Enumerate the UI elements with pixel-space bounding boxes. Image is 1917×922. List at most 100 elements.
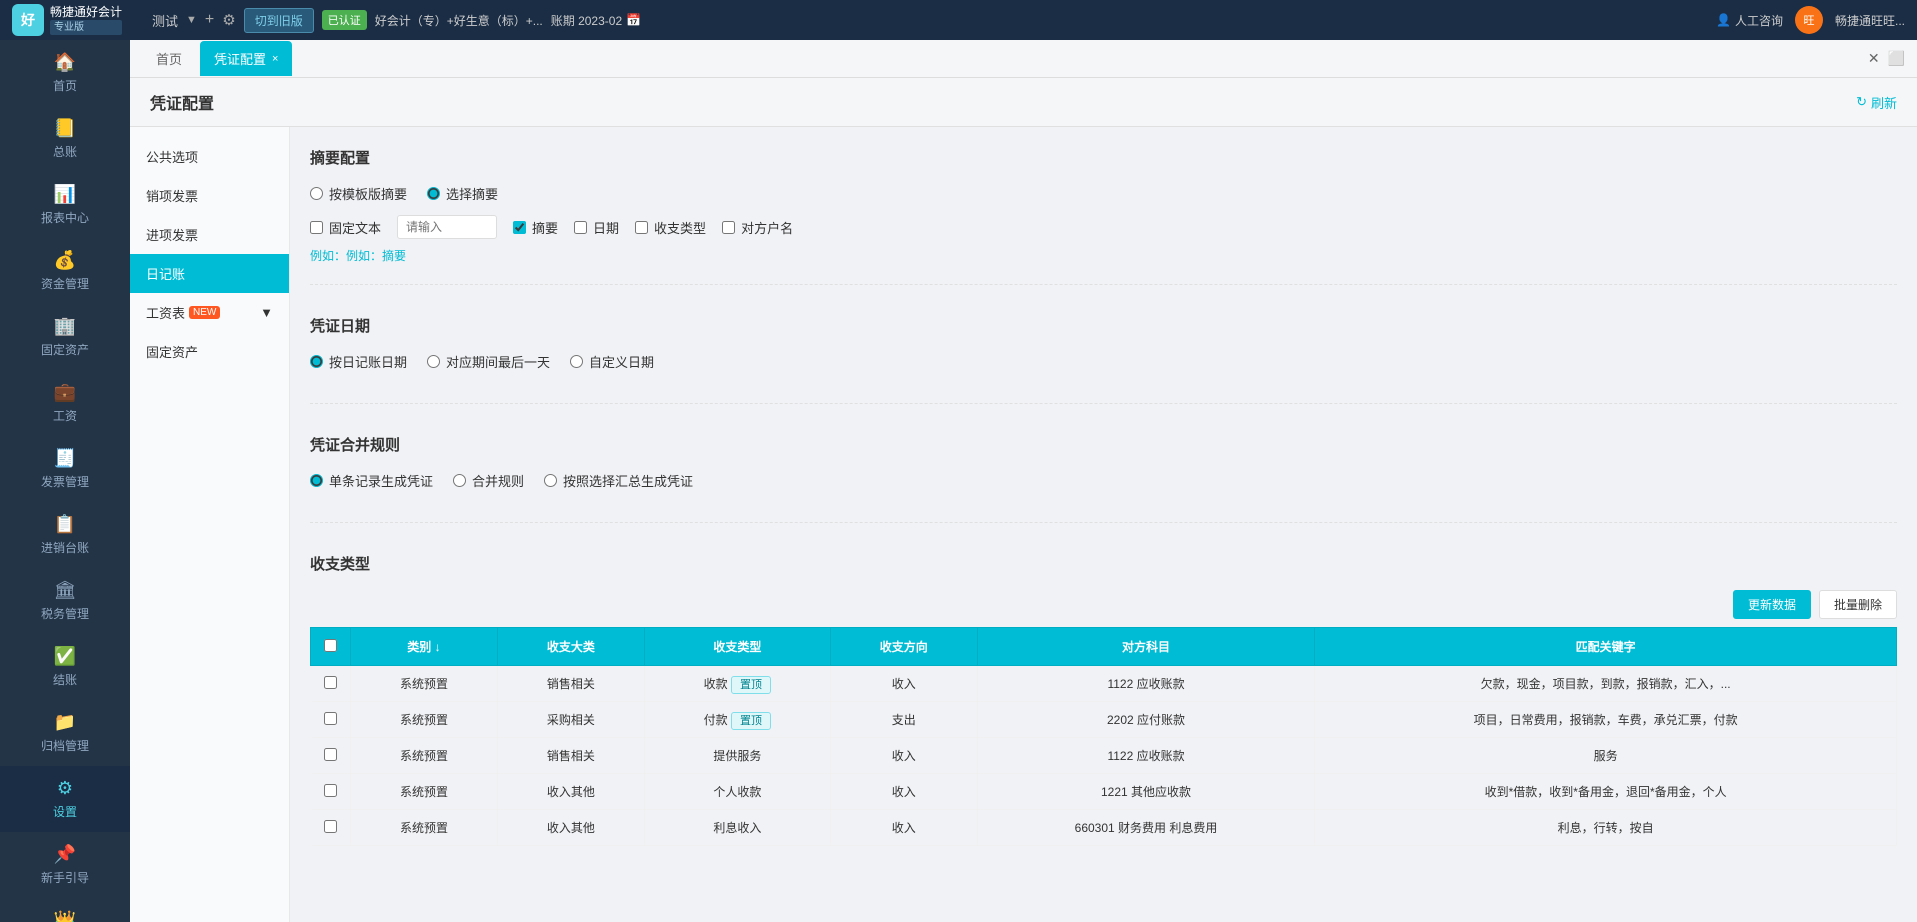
- tab-voucher[interactable]: 凭证配置 ×: [200, 41, 292, 76]
- type-checkbox[interactable]: [635, 221, 648, 234]
- custom-date-label[interactable]: 自定义日期: [570, 352, 654, 371]
- avatar[interactable]: 旺: [1795, 6, 1823, 34]
- radio-template-label[interactable]: 按模板版摘要: [310, 184, 407, 203]
- refresh-btn[interactable]: ↻ 刷新: [1856, 93, 1897, 112]
- tab-home[interactable]: 首页: [142, 41, 196, 76]
- summary-gen-label[interactable]: 按照选择汇总生成凭证: [544, 471, 693, 490]
- td-checkbox[interactable]: [311, 774, 351, 810]
- td-checkbox[interactable]: [311, 810, 351, 846]
- sidebar-item-ledger[interactable]: 📒 总账: [0, 106, 130, 172]
- left-nav-public[interactable]: 公共选项: [130, 137, 289, 176]
- content-area: 首页 凭证配置 × ✕ ⬜ 凭证配置 ↻ 刷新 公共选项: [130, 40, 1917, 922]
- radio-select-label[interactable]: 选择摘要: [427, 184, 498, 203]
- batch-delete-btn[interactable]: 批量删除: [1819, 590, 1897, 619]
- sidebar-item-reports[interactable]: 📊 报表中心: [0, 172, 130, 238]
- radio-select[interactable]: [427, 187, 440, 200]
- single-label[interactable]: 单条记录生成凭证: [310, 471, 433, 490]
- window-close-btn[interactable]: ✕: [1868, 50, 1880, 67]
- top-tag[interactable]: 置顶: [731, 676, 771, 694]
- sidebar-item-settings[interactable]: ⚙ 设置: [0, 766, 130, 832]
- table-row: 系统预置 收入其他 利息收入 收入 660301 财务费用 利息费用 利息，行转…: [311, 810, 1897, 846]
- td-checkbox[interactable]: [311, 666, 351, 702]
- sidebar-item-home[interactable]: 🏠 首页: [0, 40, 130, 106]
- left-nav-purchase[interactable]: 进项发票: [130, 215, 289, 254]
- radio-template[interactable]: [310, 187, 323, 200]
- settings-icon[interactable]: ⚙: [222, 11, 235, 29]
- date-checkbox-label[interactable]: 日期: [574, 218, 619, 237]
- td-category: 系统预置: [351, 666, 498, 702]
- counterparty-checkbox-label[interactable]: 对方户名: [722, 218, 793, 237]
- td-big-type: 销售相关: [497, 666, 644, 702]
- row-checkbox[interactable]: [324, 748, 337, 761]
- type-checkbox-label[interactable]: 收支类型: [635, 218, 706, 237]
- th-type: 收支类型: [644, 628, 830, 666]
- sidebar-item-assets[interactable]: 🏢 固定资产: [0, 304, 130, 370]
- td-checkbox[interactable]: [311, 702, 351, 738]
- refresh-icon: ↻: [1856, 94, 1867, 110]
- journal-date-label[interactable]: 按日记账日期: [310, 352, 407, 371]
- period-last-radio[interactable]: [427, 355, 440, 368]
- td-checkbox[interactable]: [311, 738, 351, 774]
- sidebar-item-member[interactable]: 👑 畅会员: [0, 898, 130, 922]
- left-nav-journal[interactable]: 日记账: [130, 254, 289, 293]
- td-direction: 收入: [830, 774, 977, 810]
- summary-checkbox-label[interactable]: 摘要: [513, 218, 558, 237]
- th-checkbox: [311, 628, 351, 666]
- merge-rule-radio[interactable]: [453, 474, 466, 487]
- product-badges: 好会计（专）+好生意（标）+...: [375, 12, 543, 29]
- row-checkbox[interactable]: [324, 712, 337, 725]
- top-bar-center: 测试 ▼ + ⚙ 切到旧版 已认证 好会计（专）+好生意（标）+... 账期 2…: [152, 8, 1706, 33]
- date-checkbox[interactable]: [574, 221, 587, 234]
- counterparty-checkbox[interactable]: [722, 221, 735, 234]
- logo-icon: 好: [12, 4, 44, 36]
- sidebar-item-purchase[interactable]: 📋 进销台账: [0, 502, 130, 568]
- custom-date-radio[interactable]: [570, 355, 583, 368]
- merge-rule-label[interactable]: 合并规则: [453, 471, 524, 490]
- purchase-icon: 📋: [54, 514, 76, 535]
- td-category: 系统预置: [351, 738, 498, 774]
- left-nav-fixed[interactable]: 固定资产: [130, 332, 289, 371]
- single-radio[interactable]: [310, 474, 323, 487]
- fixed-text-label[interactable]: 固定文本: [310, 218, 381, 237]
- fixed-text-input[interactable]: [397, 215, 497, 239]
- summary-gen-radio[interactable]: [544, 474, 557, 487]
- fixed-text-checkbox[interactable]: [310, 221, 323, 234]
- journal-date-radio[interactable]: [310, 355, 323, 368]
- test-dropdown[interactable]: ▼: [186, 14, 197, 26]
- select-all-checkbox[interactable]: [324, 639, 337, 652]
- sidebar-item-label: 首页: [53, 77, 77, 94]
- period-last-label[interactable]: 对应期间最后一天: [427, 352, 550, 371]
- switch-btn[interactable]: 切到旧版: [244, 8, 314, 33]
- left-nav-sales[interactable]: 销项发票: [130, 176, 289, 215]
- sidebar-item-label: 税务管理: [41, 605, 89, 622]
- td-direction: 收入: [830, 738, 977, 774]
- top-tag[interactable]: 置顶: [731, 712, 771, 730]
- sidebar-item-finance[interactable]: 💰 资金管理: [0, 238, 130, 304]
- table-row: 系统预置 采购相关 付款 置顶 支出 2202 应付账款 项目，日常费用，报销款…: [311, 702, 1897, 738]
- tab-close-icon[interactable]: ×: [272, 53, 278, 65]
- sidebar-item-label: 总账: [53, 143, 77, 160]
- sidebar-item-guide[interactable]: 📌 新手引导: [0, 832, 130, 898]
- add-icon[interactable]: +: [205, 11, 214, 29]
- summary-checkbox[interactable]: [513, 221, 526, 234]
- sidebar-item-tax[interactable]: 🏛 税务管理: [0, 568, 130, 634]
- update-btn[interactable]: 更新数据: [1733, 590, 1811, 619]
- settings-content: 摘要配置 按模板版摘要 选择摘要: [290, 127, 1917, 922]
- sidebar-item-settlement[interactable]: ✅ 结账: [0, 634, 130, 700]
- row-checkbox[interactable]: [324, 676, 337, 689]
- row-checkbox[interactable]: [324, 820, 337, 833]
- sidebar-item-salary[interactable]: 💼 工资: [0, 370, 130, 436]
- table-row: 系统预置 收入其他 个人收款 收入 1221 其他应收款 收到*借款，收到*备用…: [311, 774, 1897, 810]
- td-subject: 1221 其他应收款: [977, 774, 1315, 810]
- td-direction: 收入: [830, 666, 977, 702]
- consultant-link[interactable]: 👤 人工咨询: [1716, 12, 1783, 29]
- sidebar-item-archive[interactable]: 📁 归档管理: [0, 700, 130, 766]
- th-direction: 收支方向: [830, 628, 977, 666]
- checkbox-row: 固定文本 摘要 日期 收支类型: [310, 215, 1897, 239]
- left-nav-payroll[interactable]: 工资表 NEW ▼: [130, 293, 289, 332]
- row-checkbox[interactable]: [324, 784, 337, 797]
- td-type: 提供服务: [644, 738, 830, 774]
- sidebar-item-invoice[interactable]: 🧾 发票管理: [0, 436, 130, 502]
- sidebar: 🏠 首页 📒 总账 📊 报表中心 💰 资金管理 🏢 固定资产 💼 工资 🧾 发票…: [0, 40, 130, 922]
- window-max-btn[interactable]: ⬜: [1888, 50, 1905, 67]
